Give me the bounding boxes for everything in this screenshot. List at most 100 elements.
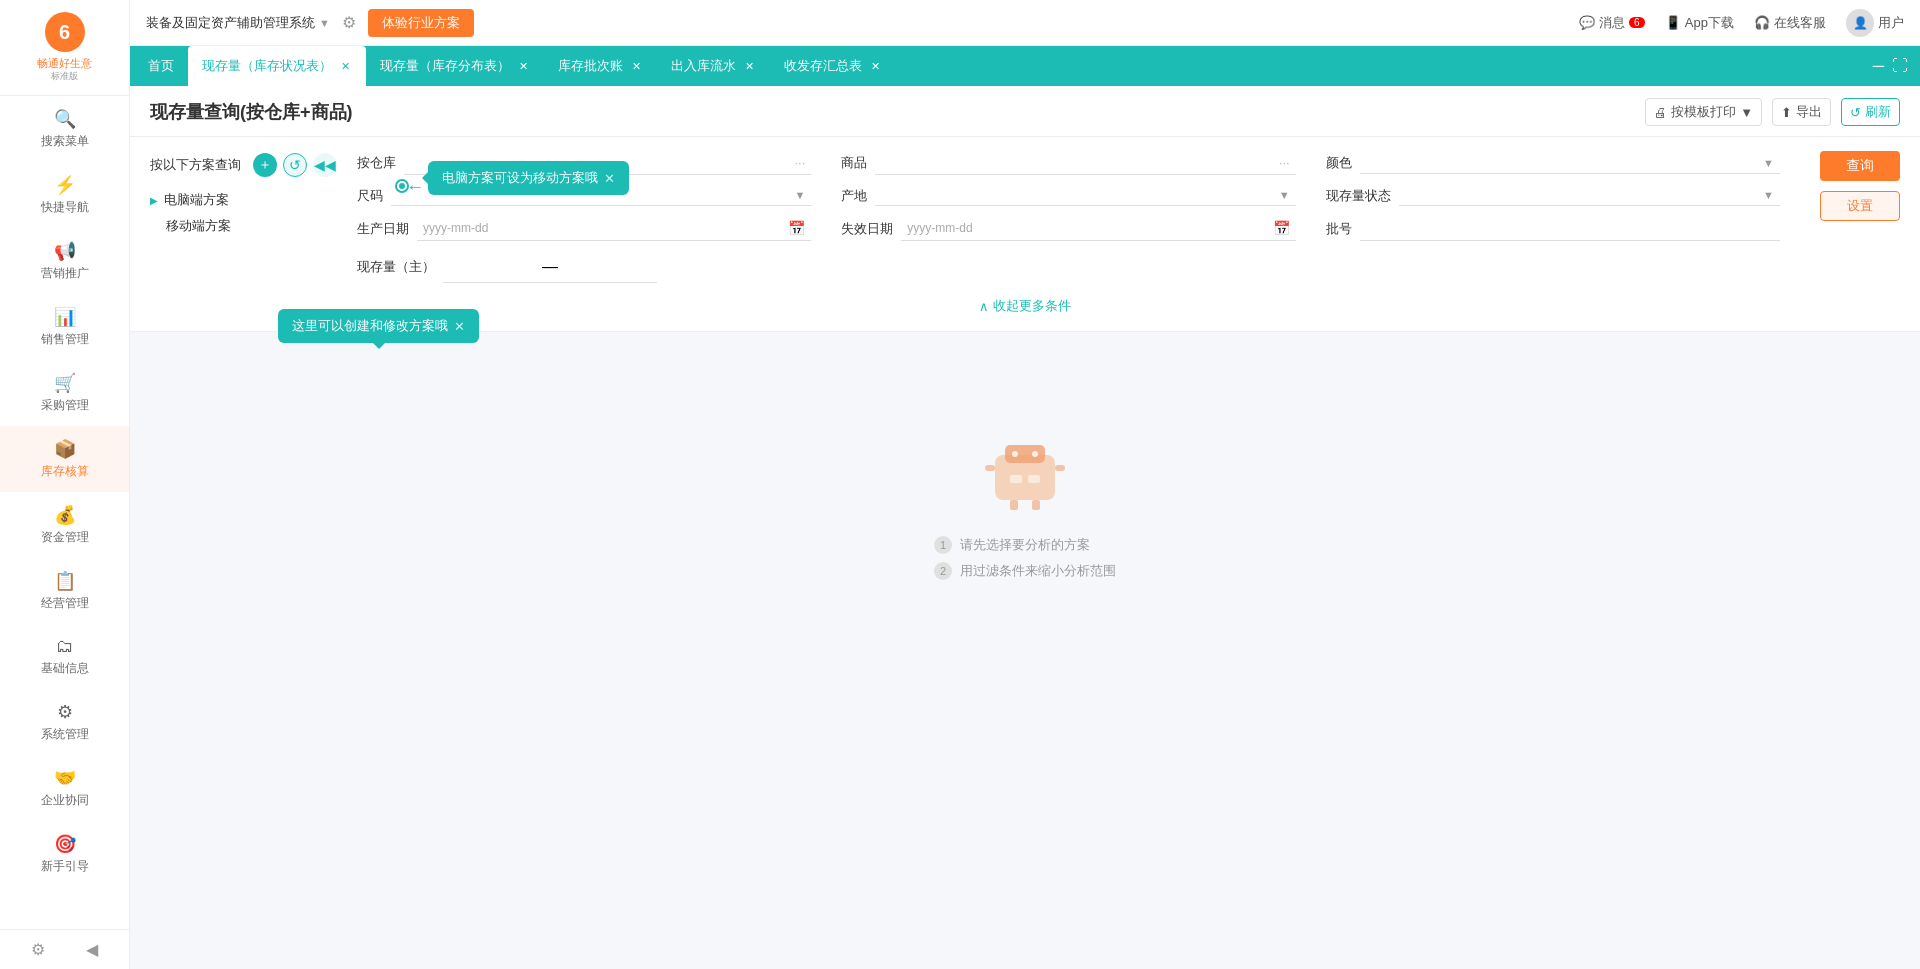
topbar-left: 装备及固定资产辅助管理系统 ▼ ⚙ 体验行业方案 xyxy=(146,9,474,37)
stock-status-select[interactable]: ▼ xyxy=(1399,185,1780,206)
stock-min-input[interactable] xyxy=(449,255,536,278)
refresh-btn[interactable]: ↺ 刷新 xyxy=(1841,98,1900,126)
step1-text: 请先选择要分析的方案 xyxy=(960,532,1090,558)
origin-select[interactable]: ▼ xyxy=(875,185,1295,206)
goods-dots-icon[interactable]: ··· xyxy=(1279,155,1290,170)
logo-icon: 6 xyxy=(45,12,85,52)
message-btn[interactable]: 💬 消息 6 xyxy=(1579,14,1645,32)
svg-rect-6 xyxy=(985,465,995,471)
sidebar-item-marketing[interactable]: 📢 营销推广 xyxy=(0,228,129,294)
expire-date-label: 失效日期 xyxy=(841,220,893,238)
sidebar-item-label: 搜索菜单 xyxy=(41,133,89,150)
guide-icon: 🎯 xyxy=(54,833,76,855)
warehouse-dots-icon[interactable]: ··· xyxy=(794,155,805,170)
expire-date-input[interactable]: yyyy-mm-dd 📅 xyxy=(901,216,1295,241)
svg-rect-4 xyxy=(1010,475,1022,483)
sidebar-item-finance[interactable]: 💰 资金管理 xyxy=(0,492,129,558)
print-btn[interactable]: 🖨 按模板打印 ▼ xyxy=(1645,98,1762,126)
sidebar-item-guide[interactable]: 🎯 新手引导 xyxy=(0,821,129,887)
purchase-icon: 🛒 xyxy=(54,372,76,394)
sidebar-item-inventory[interactable]: 📦 库存核算 xyxy=(0,426,129,492)
user-btn[interactable]: 👤 用户 xyxy=(1846,9,1904,37)
app-download-btn[interactable]: 📱 App下载 xyxy=(1665,14,1734,32)
color-select[interactable]: ▼ xyxy=(1360,153,1780,174)
print-arrow-icon: ▼ xyxy=(1740,105,1753,120)
goods-label: 商品 xyxy=(841,154,867,172)
topbar-gear-icon[interactable]: ⚙ xyxy=(342,13,356,32)
search-btn[interactable]: 查询 xyxy=(1820,151,1900,181)
scheme-desktop-label: 电脑端方案 xyxy=(164,191,229,209)
batch-input[interactable] xyxy=(1360,217,1780,241)
tab-home[interactable]: 首页 xyxy=(134,46,188,86)
tab-flow[interactable]: 出入库流水 ✕ xyxy=(657,46,770,86)
refresh-scheme-icon[interactable]: ↺ xyxy=(283,153,307,177)
tabs-maximize-icon[interactable]: ⛶ xyxy=(1892,57,1908,75)
tab-close-icon[interactable]: ✕ xyxy=(338,59,352,73)
tab-close-icon[interactable]: ✕ xyxy=(868,59,882,73)
page-content: 现存量查询(按仓库+商品) 🖨 按模板打印 ▼ ⬆ 导出 ↺ 刷新 xyxy=(130,86,1920,969)
headset-icon: 🎧 xyxy=(1754,15,1770,30)
collapse-btn[interactable]: ∧ 收起更多条件 xyxy=(979,297,1071,315)
tabs-minimize-icon[interactable]: ─ xyxy=(1873,57,1884,75)
scheme-mobile-label: 移动端方案 xyxy=(166,217,231,235)
stock-main-range: — xyxy=(443,251,657,283)
export-btn[interactable]: ⬆ 导出 xyxy=(1772,98,1831,126)
filter-area: 按以下方案查询 ＋ ↺ ◀◀ ▶ 电脑端方案 移动端方案 xyxy=(130,137,1920,332)
sidebar-item-quicknav[interactable]: ⚡ 快捷导航 xyxy=(0,162,129,228)
expire-calendar-icon[interactable]: 📅 xyxy=(1273,220,1290,236)
collapse-sidebar-icon[interactable]: ◀ xyxy=(86,940,98,959)
size-label: 尺码 xyxy=(357,187,383,205)
goods-select[interactable]: ··· xyxy=(875,151,1295,175)
empty-illustration xyxy=(975,420,1075,520)
stock-main-label: 现存量（主） xyxy=(357,258,435,276)
industry-btn[interactable]: 体验行业方案 xyxy=(368,9,474,37)
produce-date-input[interactable]: yyyy-mm-dd 📅 xyxy=(417,216,811,241)
topbar-right: 💬 消息 6 📱 App下载 🎧 在线客服 👤 用户 xyxy=(1579,9,1904,37)
sidebar: 6 畅通好生意 标准版 🔍 搜索菜单 ⚡ 快捷导航 📢 营销推广 📊 销售管理 … xyxy=(0,0,130,969)
finance-icon: 💰 xyxy=(54,504,76,526)
back-scheme-icon[interactable]: ◀◀ xyxy=(313,153,337,177)
inventory-icon: 📦 xyxy=(54,438,76,460)
sidebar-item-sales[interactable]: 📊 销售管理 xyxy=(0,294,129,360)
filter-label: 按以下方案查询 xyxy=(150,156,241,174)
tab-inventory-dist-label: 现存量（库存分布表） xyxy=(380,57,510,75)
step2-text: 用过滤条件来缩小分析范围 xyxy=(960,558,1116,584)
tooltip2-close[interactable]: ✕ xyxy=(454,319,465,334)
tab-inventory-dist[interactable]: 现存量（库存分布表） ✕ xyxy=(366,46,544,86)
tab-inventory-status-label: 现存量（库存状况表） xyxy=(202,57,332,75)
online-service-btn[interactable]: 🎧 在线客服 xyxy=(1754,14,1826,32)
tab-close-icon[interactable]: ✕ xyxy=(742,59,756,73)
sidebar-item-basic[interactable]: 🗂 基础信息 xyxy=(0,624,129,689)
refresh-icon: ↺ xyxy=(1850,105,1861,120)
sidebar-item-operations[interactable]: 📋 经营管理 xyxy=(0,558,129,624)
stock-max-input[interactable] xyxy=(564,255,651,278)
sidebar-item-enterprise[interactable]: 🤝 企业协同 xyxy=(0,755,129,821)
tab-inventory-status[interactable]: 现存量（库存状况表） ✕ xyxy=(188,46,366,86)
tab-summary[interactable]: 收发存汇总表 ✕ xyxy=(770,46,896,86)
sidebar-item-purchase[interactable]: 🛒 采购管理 xyxy=(0,360,129,426)
tab-close-icon[interactable]: ✕ xyxy=(629,59,643,73)
sidebar-item-label: 销售管理 xyxy=(41,331,89,348)
sidebar-item-search[interactable]: 🔍 搜索菜单 xyxy=(0,96,129,162)
page-actions: 🖨 按模板打印 ▼ ⬆ 导出 ↺ 刷新 xyxy=(1645,98,1900,126)
scheme-item-desktop[interactable]: ▶ 电脑端方案 xyxy=(150,189,337,211)
sidebar-item-system[interactable]: ⚙ 系统管理 xyxy=(0,689,129,755)
sales-icon: 📊 xyxy=(54,306,76,328)
stock-main-item: 现存量（主） — xyxy=(357,251,657,283)
tooltip1-close[interactable]: ✕ xyxy=(604,171,615,186)
scheme-item-mobile[interactable]: 移动端方案 xyxy=(150,215,337,237)
svg-rect-1 xyxy=(1005,445,1045,463)
produce-calendar-icon[interactable]: 📅 xyxy=(788,220,805,236)
scheme-list: ▶ 电脑端方案 移动端方案 xyxy=(150,189,337,237)
scheme-panel: 按以下方案查询 ＋ ↺ ◀◀ ▶ 电脑端方案 移动端方案 xyxy=(150,151,337,237)
settings-bottom-icon[interactable]: ⚙ xyxy=(31,940,45,959)
quicknav-icon: ⚡ xyxy=(54,174,76,196)
color-label: 颜色 xyxy=(1326,154,1352,172)
produce-date-item: 生产日期 yyyy-mm-dd 📅 xyxy=(357,216,811,241)
settings-btn[interactable]: 设置 xyxy=(1820,191,1900,221)
tab-close-icon[interactable]: ✕ xyxy=(516,59,530,73)
add-scheme-icon[interactable]: ＋ xyxy=(253,153,277,177)
operations-icon: 📋 xyxy=(54,570,76,592)
marketing-icon: 📢 xyxy=(54,240,76,262)
tab-batch[interactable]: 库存批次账 ✕ xyxy=(544,46,657,86)
